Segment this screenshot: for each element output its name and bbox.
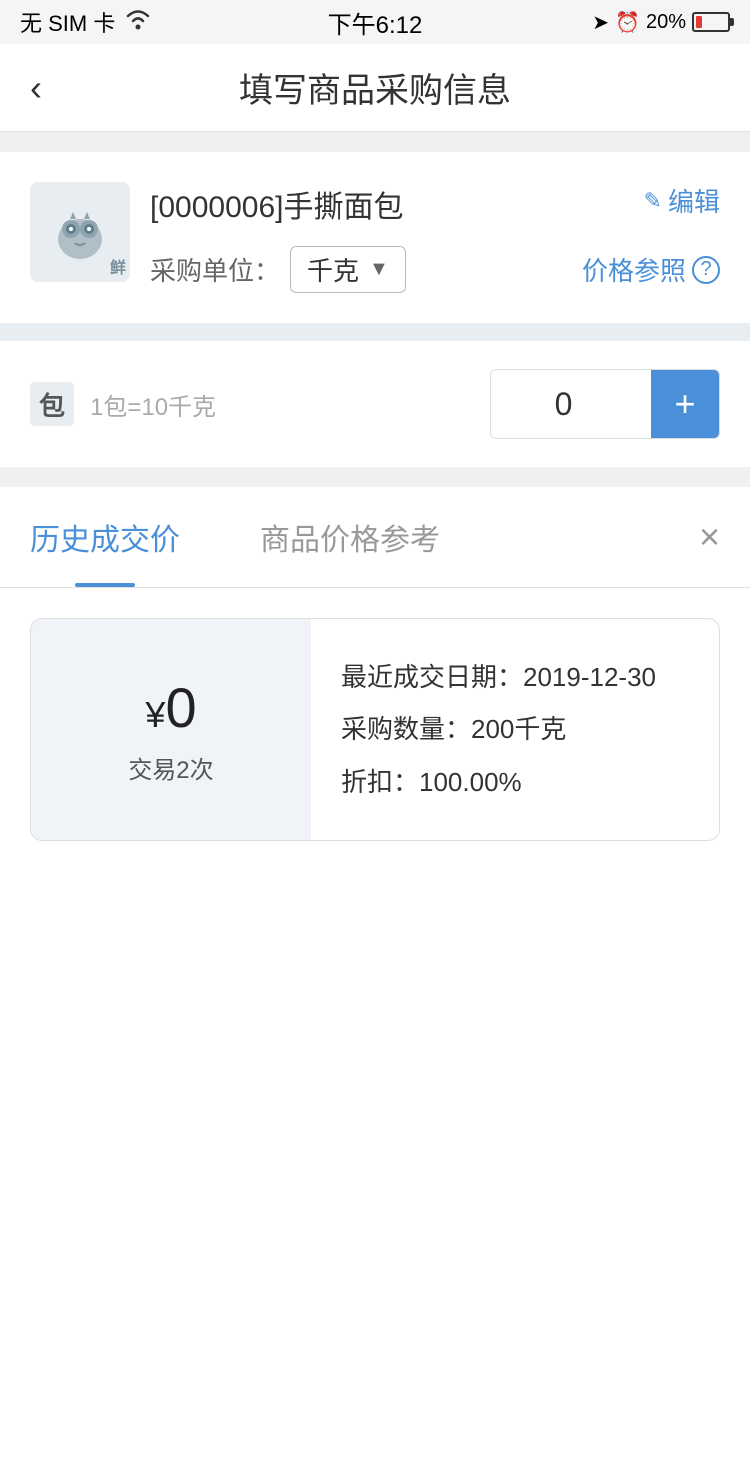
price-right-panel: 最近成交日期：2019-12-30 采购数量：200千克 折扣：100.00% [311,619,719,840]
tab-product-price-ref[interactable]: 商品价格参考 [260,487,440,587]
help-icon: ? [692,256,720,284]
history-price-content: ¥0 交易2次 最近成交日期：2019-12-30 采购数量：200千克 折扣：… [0,588,750,871]
product-image: 鲜 [30,182,130,282]
section-divider [0,323,750,341]
quantity-left: 包 1包=10千克 [30,382,216,426]
discount-row: 折扣：100.00% [341,764,689,800]
status-right: ➤ ⏰ 20% [592,10,730,35]
tab-close-button[interactable]: × [699,516,720,558]
price-value: 0 [165,676,196,739]
product-header: [0000006]手撕面包 ✎ 编辑 [150,182,720,226]
last-date-label: 最近成交日期： [341,662,523,692]
dropdown-arrow-icon: ▼ [369,258,389,281]
carrier-text: 无 SIM 卡 [20,6,115,38]
nav-bar: ‹ 填写商品采购信息 [0,44,750,132]
edit-button[interactable]: ✎ 编辑 [644,182,720,219]
price-display: ¥0 [145,675,196,740]
quantity-row: 包 1包=10千克 + [0,341,750,467]
qty-value: 200千克 [471,714,566,744]
qty-label: 采购数量： [341,714,471,744]
price-info-card: ¥0 交易2次 最近成交日期：2019-12-30 采购数量：200千克 折扣：… [30,618,720,841]
status-left: 无 SIM 卡 [20,6,153,38]
product-name: [0000006]手撕面包 [150,182,403,226]
battery-text: 20% [646,11,686,34]
edit-icon: ✎ [644,188,662,214]
status-time: 下午6:12 [328,5,423,40]
battery-fill [696,16,702,28]
discount-value: 100.00% [419,767,522,797]
page-rest [0,871,750,1471]
unit-select-dropdown[interactable]: 千克 ▼ [290,246,406,293]
tabs-panel: 历史成交价 商品价格参考 × ¥0 交易2次 最近成交日期：2019-12-30… [0,487,750,871]
price-reference-button[interactable]: 价格参照 ? [582,251,720,288]
qty-row: 采购数量：200千克 [341,711,689,747]
edit-label: 编辑 [668,182,720,219]
price-left-panel: ¥0 交易2次 [31,619,311,840]
unit-selector-group: 采购单位： 千克 ▼ [150,246,406,293]
tab-history-label: 历史成交价 [30,524,180,557]
wifi-icon [123,8,153,36]
last-date-row: 最近成交日期：2019-12-30 [341,659,689,695]
tabs-header: 历史成交价 商品价格参考 × [0,487,750,588]
tab-history-price[interactable]: 历史成交价 [30,487,180,587]
product-info: [0000006]手撕面包 ✎ 编辑 采购单位： 千克 ▼ 价格参照 ? [150,182,720,293]
quantity-unit-badge: 包 [30,382,74,426]
alarm-icon: ⏰ [615,10,640,35]
unit-value: 千克 [307,251,359,288]
last-date-value: 2019-12-30 [523,662,656,692]
tab-product-label: 商品价格参考 [260,524,440,557]
battery-icon [692,12,730,32]
back-button[interactable]: ‹ [30,67,42,109]
quantity-conversion-text: 1包=10千克 [90,387,216,422]
product-unit-row: 采购单位： 千克 ▼ 价格参照 ? [150,246,720,293]
product-card: 鲜 [0000006]手撕面包 ✎ 编辑 采购单位： 千克 ▼ 价格参照 ? [0,152,750,323]
page-title: 填写商品采购信息 [239,63,511,112]
currency-symbol: ¥ [145,694,165,735]
location-icon: ➤ [592,10,609,35]
transaction-count: 交易2次 [128,750,213,785]
quantity-input[interactable] [491,370,651,438]
discount-label: 折扣： [341,767,419,797]
status-bar: 无 SIM 卡 下午6:12 ➤ ⏰ 20% [0,0,750,44]
quantity-input-group: + [490,369,720,439]
unit-label: 采购单位： [150,251,280,288]
price-ref-label: 价格参照 [582,251,686,288]
quantity-plus-button[interactable]: + [651,370,719,438]
